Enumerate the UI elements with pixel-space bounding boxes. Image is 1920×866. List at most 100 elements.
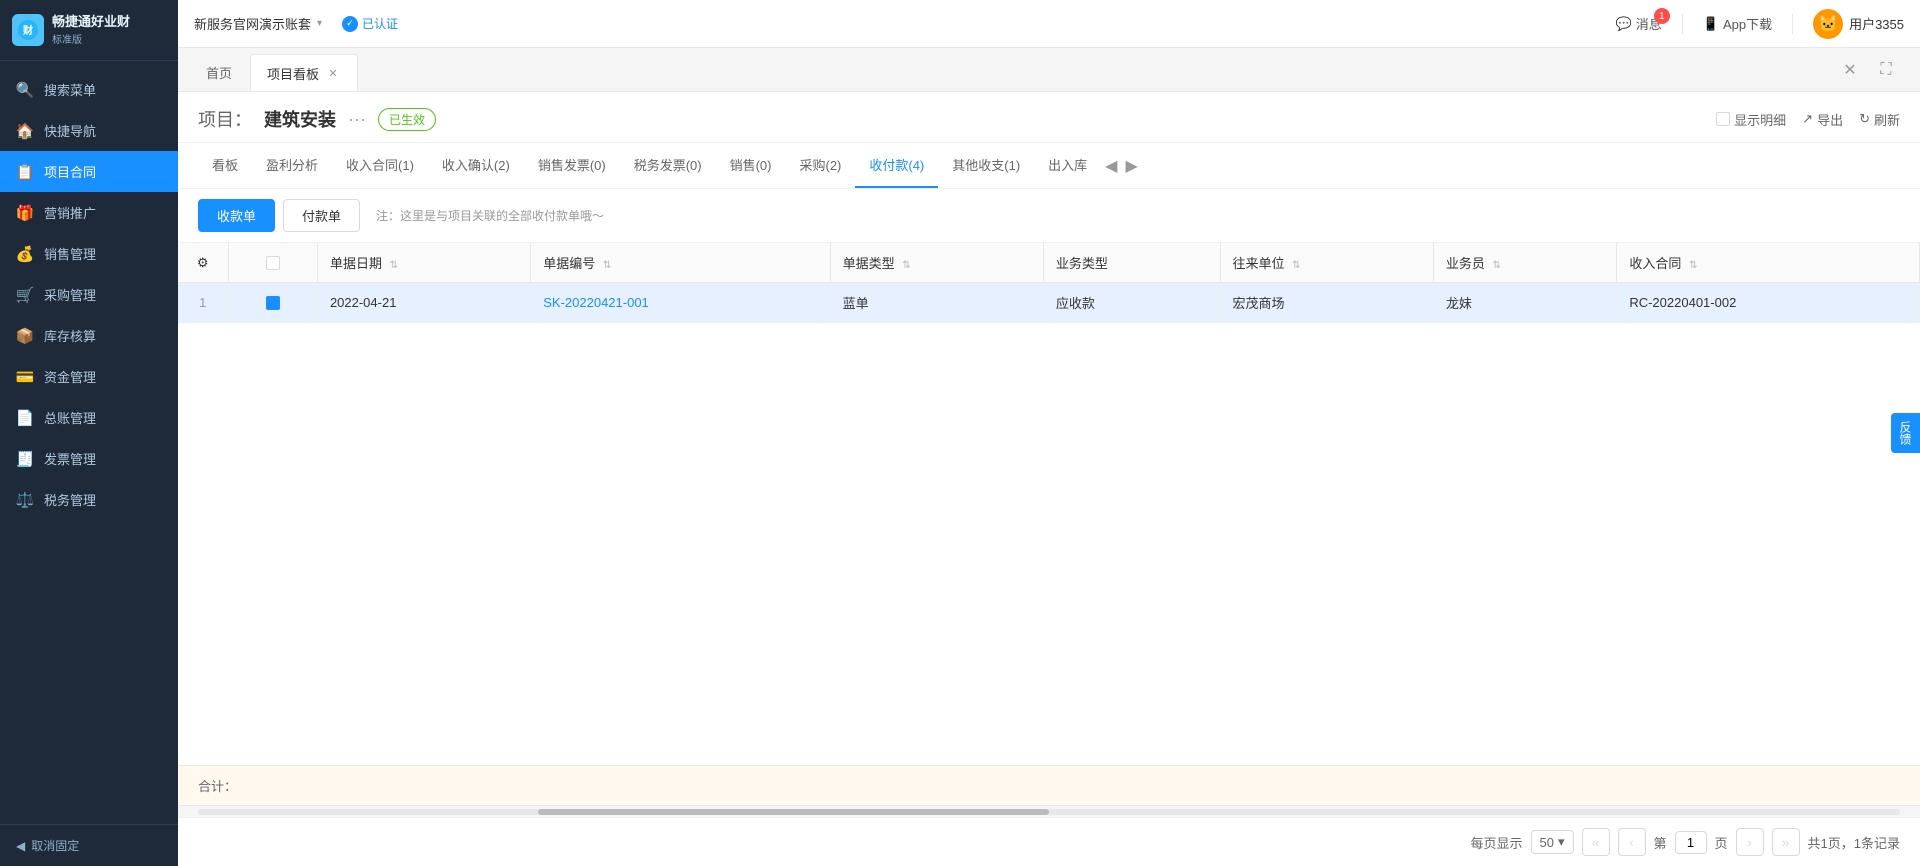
col-biz-type: 业务类型	[1043, 243, 1220, 283]
row-select-checkbox[interactable]	[266, 296, 280, 310]
tab-home[interactable]: 首页	[190, 54, 248, 91]
col-settings[interactable]: ⚙	[178, 243, 228, 283]
subnav-item-other-expenditure[interactable]: 其他收支(1)	[938, 143, 1034, 188]
window-controls: ✕ ⛶	[1828, 48, 1908, 91]
row-biz-type: 应收款	[1043, 283, 1220, 323]
export-button[interactable]: ↗ 导出	[1802, 110, 1843, 129]
user-menu[interactable]: 🐱 用户3355	[1813, 9, 1904, 39]
show-detail-label: 显示明细	[1734, 110, 1786, 129]
sidebar-item-marketing[interactable]: 🎁 营销推广	[0, 192, 178, 233]
tabbar: 首页 项目看板 ✕ ✕ ⛶	[178, 48, 1920, 92]
unpin-sidebar-button[interactable]: ◀ 取消固定	[0, 824, 178, 866]
page-label: 第	[1654, 833, 1667, 852]
horizontal-scrollbar[interactable]	[178, 805, 1920, 817]
refresh-button[interactable]: ↻ 刷新	[1859, 110, 1900, 129]
window-close-button[interactable]: ✕	[1836, 56, 1864, 84]
sidebar-item-ledger-mgmt[interactable]: 📄 总账管理	[0, 397, 178, 438]
prev-page-button[interactable]: ‹	[1618, 828, 1646, 856]
tab-close-icon[interactable]: ✕	[325, 65, 341, 81]
receipt-btn[interactable]: 收款单	[198, 199, 275, 232]
row-partner: 宏茂商场	[1220, 283, 1433, 323]
subnav-item-sales[interactable]: 销售(0)	[716, 143, 786, 188]
sidebar-item-label: 总账管理	[44, 408, 96, 427]
tax-mgmt-icon: ⚖️	[16, 491, 34, 509]
sidebar-item-label: 销售管理	[44, 244, 96, 263]
sidebar-item-invoice-mgmt[interactable]: 🧾 发票管理	[0, 438, 178, 479]
show-detail-checkbox[interactable]	[1716, 112, 1730, 126]
col-salesperson[interactable]: 业务员 ⇅	[1433, 243, 1617, 283]
col-doc-date[interactable]: 单据日期 ⇅	[317, 243, 530, 283]
page-size-select[interactable]: 50 ▾	[1531, 830, 1574, 854]
project-title: 建筑安装	[264, 106, 336, 132]
subtab-bar: 收款单 付款单 注：这里是与项目关联的全部收付款单哦～	[178, 189, 1920, 243]
subnav-item-profit[interactable]: 盈利分析	[252, 143, 332, 188]
subnav-next-arrow[interactable]: ▶	[1121, 156, 1141, 176]
show-detail-toggle[interactable]: 显示明细	[1716, 110, 1786, 129]
sidebar-item-search-menu[interactable]: 🔍 搜索菜单	[0, 69, 178, 110]
topbar: 新服务官网演示账套 ▾ ✓ 已认证 💬 消息 1 📱 App下载 🐱 用户335…	[178, 0, 1920, 48]
sidebar-item-label: 资金管理	[44, 367, 96, 386]
table-row[interactable]: 1 2022-04-21 SK-20220421-001 蓝单 应收款 宏茂商场…	[178, 283, 1920, 323]
doc-no-link[interactable]: SK-20220421-001	[543, 295, 649, 310]
sort-income-contract-icon: ⇅	[1689, 260, 1697, 271]
col-checkbox[interactable]	[228, 243, 317, 283]
col-doc-type[interactable]: 单据类型 ⇅	[830, 243, 1043, 283]
page-number-input[interactable]	[1675, 831, 1707, 854]
col-doc-no[interactable]: 单据编号 ⇅	[531, 243, 830, 283]
subnav-item-kanban[interactable]: 看板	[198, 143, 252, 188]
subnav: 看板 盈利分析 收入合同(1) 收入确认(2) 销售发票(0) 税务发票(0) …	[178, 143, 1920, 189]
messages-button[interactable]: 💬 消息 1	[1616, 14, 1662, 33]
verified-badge: ✓ 已认证	[342, 15, 398, 32]
subnav-item-income-confirm[interactable]: 收入确认(2)	[428, 143, 524, 188]
sidebar-item-label: 税务管理	[44, 490, 96, 509]
subnav-item-sales-invoice[interactable]: 销售发票(0)	[524, 143, 620, 188]
sidebar-item-label: 营销推广	[44, 203, 96, 222]
last-page-button[interactable]: »	[1772, 828, 1800, 856]
sort-doc-no-icon: ⇅	[603, 260, 611, 271]
scrollbar-thumb[interactable]	[538, 809, 1049, 815]
window-maximize-button[interactable]: ⛶	[1872, 56, 1900, 84]
message-icon: 💬	[1616, 16, 1632, 32]
account-selector[interactable]: 新服务官网演示账套 ▾	[194, 14, 322, 33]
refresh-icon: ↻	[1859, 111, 1870, 127]
subnav-item-tax-invoice[interactable]: 税务发票(0)	[620, 143, 716, 188]
subnav-item-in-out-storage[interactable]: 出入库	[1034, 143, 1101, 188]
sidebar-item-purchase-mgmt[interactable]: 🛒 采购管理	[0, 274, 178, 315]
payment-btn[interactable]: 付款单	[283, 199, 360, 232]
first-page-button[interactable]: «	[1582, 828, 1610, 856]
user-label: 用户3355	[1849, 14, 1904, 33]
fund-mgmt-icon: 💳	[16, 368, 34, 386]
invoice-mgmt-icon: 🧾	[16, 450, 34, 468]
project-more-button[interactable]: ···	[348, 109, 366, 130]
subtab-note: 注：这里是与项目关联的全部收付款单哦～	[376, 207, 604, 224]
row-checkbox[interactable]	[228, 283, 317, 323]
app-download-button[interactable]: 📱 App下载	[1703, 14, 1772, 33]
scrollbar-track[interactable]	[198, 809, 1900, 815]
content-area: 项目： 建筑安装 ··· 已生效 显示明细 ↗ 导出 ↻ 刷新	[178, 92, 1920, 866]
subnav-prev-arrow[interactable]: ◀	[1101, 156, 1121, 176]
col-income-contract[interactable]: 收入合同 ⇅	[1617, 243, 1920, 283]
feedback-button[interactable]: 反馈	[1891, 413, 1920, 453]
row-doc-no[interactable]: SK-20220421-001	[531, 283, 830, 323]
sidebar-item-tax-mgmt[interactable]: ⚖️ 税务管理	[0, 479, 178, 520]
topbar-divider-2	[1792, 14, 1793, 34]
unpin-label: 取消固定	[31, 837, 79, 854]
subnav-item-income-contract[interactable]: 收入合同(1)	[332, 143, 428, 188]
tab-project-board[interactable]: 项目看板 ✕	[250, 54, 358, 91]
sidebar-item-inventory[interactable]: 📦 库存核算	[0, 315, 178, 356]
next-page-button[interactable]: ›	[1736, 828, 1764, 856]
sidebar-item-project-contract[interactable]: 📋 项目合同	[0, 151, 178, 192]
sidebar-header: 财 畅捷通好业财 标准版	[0, 0, 178, 61]
select-all-checkbox[interactable]	[266, 256, 280, 270]
subnav-item-purchase[interactable]: 采购(2)	[785, 143, 855, 188]
subnav-item-receipt-payment[interactable]: 收付款(4)	[855, 143, 938, 188]
row-index: 1	[178, 283, 228, 323]
sidebar-item-sales-mgmt[interactable]: 💰 销售管理	[0, 233, 178, 274]
sort-salesperson-icon: ⇅	[1492, 260, 1500, 271]
col-partner[interactable]: 往来单位 ⇅	[1220, 243, 1433, 283]
table-header-row: ⚙ 单据日期 ⇅ 单据编号 ⇅ 单据类型 ⇅ 业务类型 往来单位 ⇅ 业务员 ⇅…	[178, 243, 1920, 283]
sidebar-item-fund-mgmt[interactable]: 💳 资金管理	[0, 356, 178, 397]
refresh-label: 刷新	[1874, 110, 1900, 129]
project-header: 项目： 建筑安装 ··· 已生效 显示明细 ↗ 导出 ↻ 刷新	[178, 92, 1920, 143]
sidebar-item-quick-nav[interactable]: 🏠 快捷导航	[0, 110, 178, 151]
